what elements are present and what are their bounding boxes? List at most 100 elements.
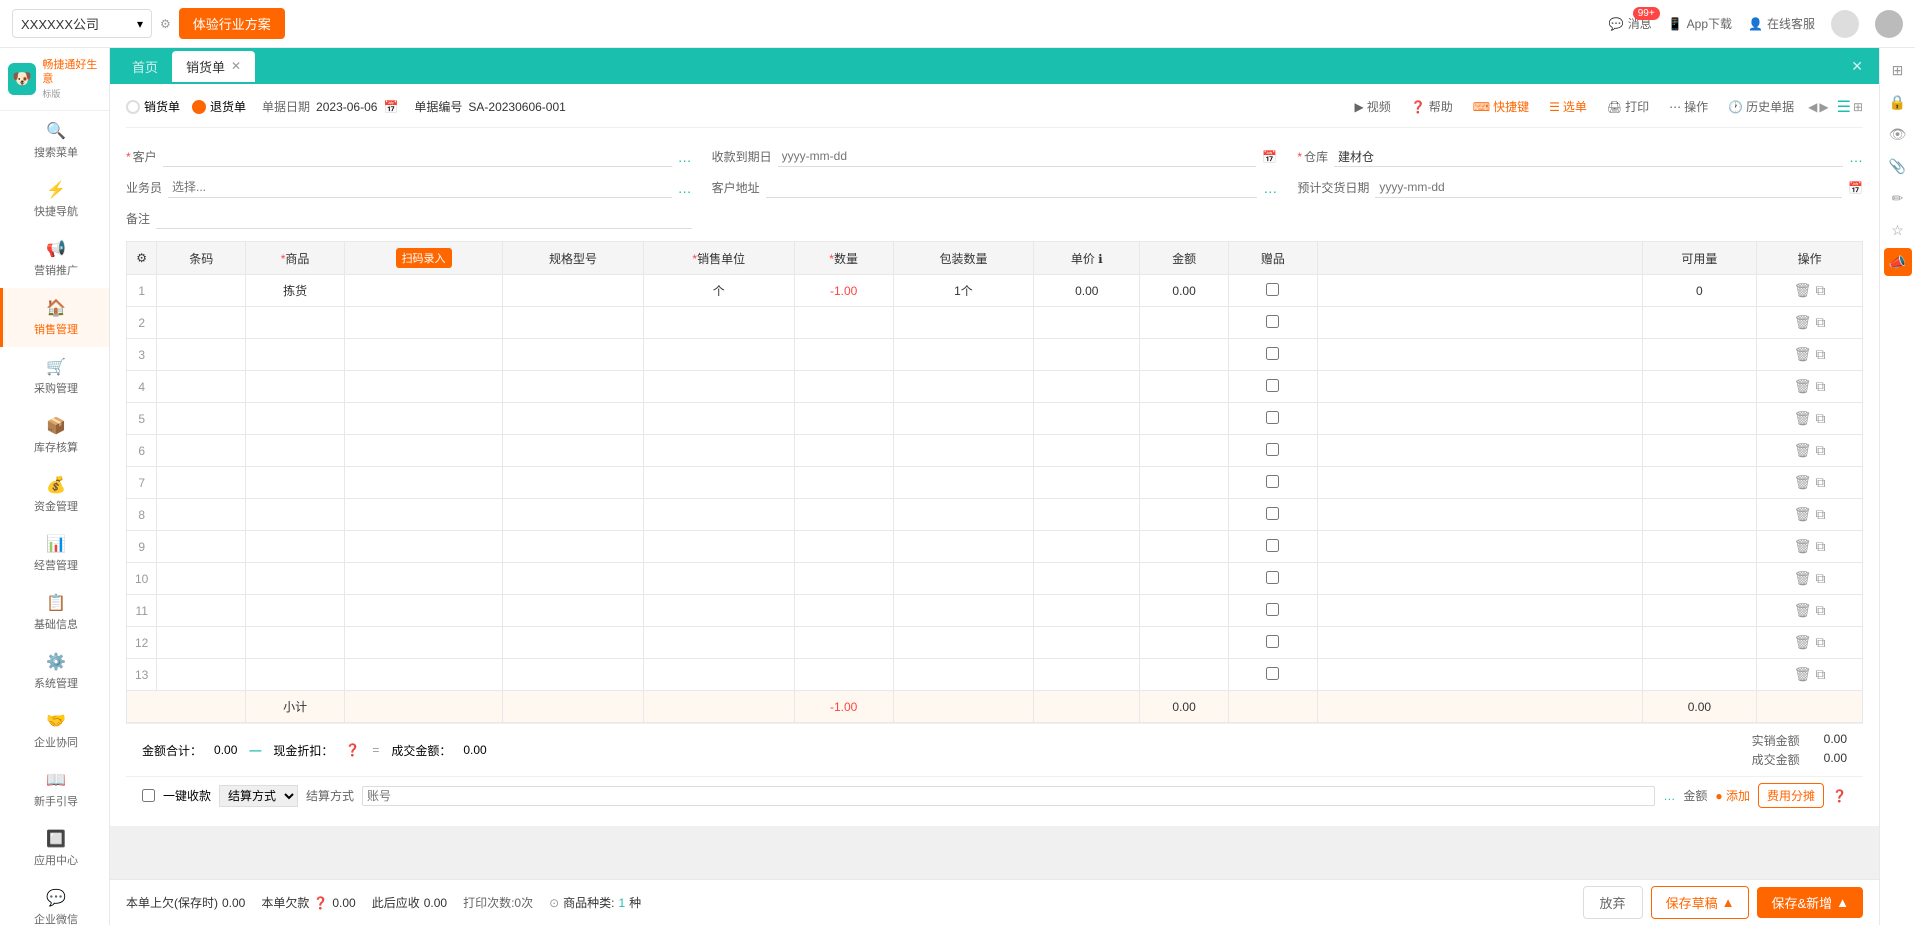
app-download-button[interactable]: 📱 App下载: [1668, 15, 1732, 32]
sidebar-item-search[interactable]: 🔍 搜索菜单: [0, 111, 109, 170]
sidebar-item-apps[interactable]: 🔲 应用中心: [0, 819, 109, 878]
one-click-checkbox[interactable]: [142, 789, 155, 802]
gift-checkbox[interactable]: [1266, 411, 1279, 424]
receive-date-calendar-icon[interactable]: 📅: [1262, 150, 1277, 164]
gift-checkbox[interactable]: [1266, 667, 1279, 680]
copy-icon[interactable]: ⧉: [1816, 474, 1826, 491]
sidebar-item-finance[interactable]: 💰 资金管理: [0, 465, 109, 524]
list-view-icon[interactable]: ☰: [1837, 97, 1851, 117]
delete-icon[interactable]: 🗑: [1794, 314, 1812, 331]
right-sidebar-btn-7[interactable]: 📣: [1884, 248, 1912, 276]
discard-button[interactable]: 放弃: [1583, 886, 1643, 919]
delete-icon[interactable]: 🗑: [1794, 506, 1812, 523]
receive-date-input[interactable]: [778, 146, 1257, 167]
scan-button[interactable]: 扫码录入: [396, 248, 452, 268]
gift-checkbox[interactable]: [1266, 507, 1279, 520]
copy-icon[interactable]: ⧉: [1816, 442, 1826, 459]
expected-date-input[interactable]: [1375, 177, 1842, 198]
grid-view-icon[interactable]: ⊞: [1853, 100, 1863, 114]
copy-icon[interactable]: ⧉: [1816, 602, 1826, 619]
gift-checkbox[interactable]: [1266, 475, 1279, 488]
copy-icon[interactable]: ⧉: [1816, 378, 1826, 395]
delete-icon[interactable]: 🗑: [1794, 378, 1812, 395]
copy-icon-1[interactable]: ⧉: [1816, 282, 1826, 299]
amount-1[interactable]: 0.00: [1140, 275, 1229, 307]
settlement-select[interactable]: 结算方式: [219, 785, 298, 807]
tab-sales-order[interactable]: 销货单 ✕: [172, 51, 255, 82]
gift-checkbox[interactable]: [1266, 635, 1279, 648]
company-selector[interactable]: XXXXXX公司 ▾: [12, 9, 152, 38]
gift-checkbox-1[interactable]: [1266, 283, 1279, 296]
customer-input[interactable]: [163, 146, 672, 167]
operation-btn[interactable]: ⋯ 操作: [1663, 96, 1714, 117]
tab-close-icon[interactable]: ✕: [231, 59, 241, 73]
sidebar-item-purchase[interactable]: 🛒 采购管理: [0, 347, 109, 406]
gift-checkbox[interactable]: [1266, 539, 1279, 552]
delete-icon[interactable]: 🗑: [1794, 410, 1812, 427]
question-icon[interactable]: ❓: [345, 743, 360, 757]
gift-1[interactable]: [1229, 275, 1318, 307]
gift-checkbox[interactable]: [1266, 443, 1279, 456]
customer-more-icon[interactable]: …: [678, 149, 692, 165]
warehouse-more-icon[interactable]: …: [1849, 149, 1863, 165]
gift-checkbox[interactable]: [1266, 379, 1279, 392]
copy-icon[interactable]: ⧉: [1816, 506, 1826, 523]
sidebar-item-guide[interactable]: 📖 新手引导: [0, 760, 109, 819]
delete-icon[interactable]: 🗑: [1794, 666, 1812, 683]
account-input[interactable]: [362, 786, 1655, 806]
copy-icon[interactable]: ⧉: [1816, 570, 1826, 587]
expense-button[interactable]: 费用分摊: [1758, 783, 1824, 808]
delete-icon[interactable]: 🗑: [1794, 570, 1812, 587]
add-button[interactable]: ● 添加: [1715, 787, 1750, 804]
sidebar-item-enterprise[interactable]: 🤝 企业协同: [0, 701, 109, 760]
help-btn[interactable]: ❓ 帮助: [1405, 96, 1459, 117]
delete-icon[interactable]: 🗑: [1794, 442, 1812, 459]
shortcut-btn[interactable]: ⌨ 快捷键: [1467, 96, 1535, 117]
product-1[interactable]: 拣货: [246, 275, 345, 307]
qty-1[interactable]: -1.00: [794, 275, 893, 307]
sidebar-item-inventory[interactable]: 📦 库存核算: [0, 406, 109, 465]
sidebar-item-wechat[interactable]: 💬 企业微信: [0, 878, 109, 925]
notes-1[interactable]: [1317, 275, 1642, 307]
th-settings[interactable]: ⚙: [127, 242, 157, 275]
debt-help-icon[interactable]: ❓: [313, 896, 328, 910]
salesman-more-icon[interactable]: …: [678, 180, 692, 196]
customer-address-more-icon[interactable]: …: [1263, 180, 1277, 196]
save-new-button[interactable]: 保存&新增 ▲: [1757, 887, 1863, 918]
settings-icon[interactable]: ⚙: [160, 17, 171, 31]
sidebar-item-operations[interactable]: 📊 经营管理: [0, 524, 109, 583]
calendar-icon[interactable]: 📅: [383, 100, 398, 114]
sidebar-item-marketing[interactable]: 📢 营销推广: [0, 229, 109, 288]
right-sidebar-btn-4[interactable]: 📎: [1884, 152, 1912, 180]
history-btn[interactable]: 🕐 历史单据: [1722, 96, 1800, 117]
sales-order-radio[interactable]: 销货单: [126, 98, 180, 115]
copy-icon[interactable]: ⧉: [1816, 314, 1826, 331]
prev-record-icon[interactable]: ◀: [1808, 100, 1817, 114]
sidebar-item-basic[interactable]: 📋 基础信息: [0, 583, 109, 642]
message-button[interactable]: 💬 消息 99+: [1609, 15, 1652, 32]
unit-1[interactable]: 个: [643, 275, 794, 307]
sidebar-item-system[interactable]: ⚙️ 系统管理: [0, 642, 109, 701]
avatar[interactable]: [1831, 10, 1859, 38]
video-btn[interactable]: ▶ 视频: [1349, 96, 1397, 117]
select-btn[interactable]: ☰ 选单: [1543, 96, 1593, 117]
th-scan[interactable]: 扫码录入: [345, 242, 503, 275]
right-sidebar-btn-6[interactable]: ☆: [1884, 216, 1912, 244]
avatar2[interactable]: [1875, 10, 1903, 38]
expected-date-calendar-icon[interactable]: 📅: [1848, 181, 1863, 195]
return-order-radio[interactable]: 退货单: [192, 98, 246, 115]
barcode-1[interactable]: [157, 275, 246, 307]
copy-icon[interactable]: ⧉: [1816, 634, 1826, 651]
delete-icon-1[interactable]: 🗑: [1794, 282, 1812, 299]
next-record-icon[interactable]: ▶: [1819, 100, 1828, 114]
online-service-button[interactable]: 👤 在线客服: [1748, 15, 1815, 32]
delete-icon[interactable]: 🗑: [1794, 602, 1812, 619]
remarks-input[interactable]: [156, 208, 692, 229]
customer-address-input[interactable]: [766, 177, 1258, 198]
copy-icon[interactable]: ⧉: [1816, 410, 1826, 427]
sidebar-item-sales[interactable]: 🏠 销售管理: [0, 288, 109, 347]
close-all-icon[interactable]: ✕: [1843, 58, 1871, 75]
warehouse-input[interactable]: [1334, 146, 1843, 167]
category-value[interactable]: 1: [618, 896, 625, 910]
spec-1[interactable]: [503, 275, 644, 307]
